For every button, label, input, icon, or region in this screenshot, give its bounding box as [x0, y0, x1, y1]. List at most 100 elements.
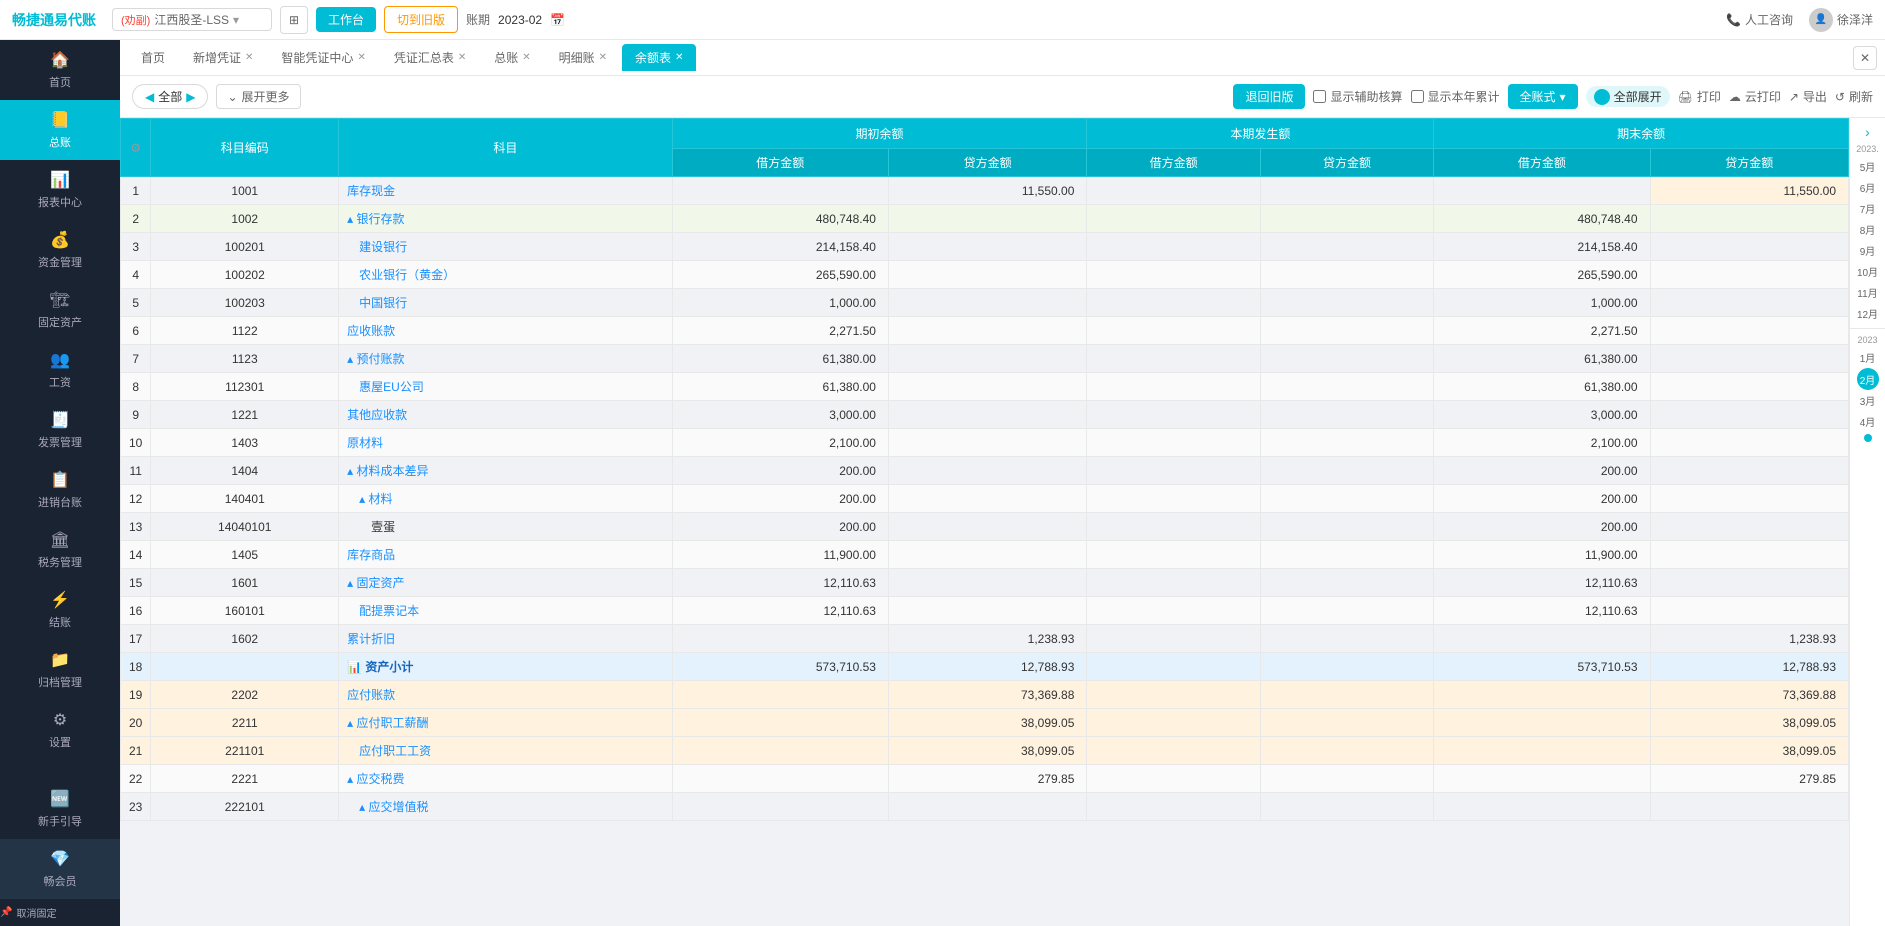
sidebar-item-home[interactable]: 🏠 首页	[0, 40, 120, 100]
table-row[interactable]: 21221101 应付职工工资38,099.0538,099.05	[121, 737, 1849, 765]
table-row[interactable]: 1314040101 壹蛋200.00200.00	[121, 513, 1849, 541]
cell-name[interactable]: ▴ 应交税费	[339, 765, 673, 793]
month-1[interactable]: 1月	[1854, 347, 1882, 368]
account-link[interactable]: 农业银行（黄金）	[359, 268, 455, 282]
tab-close-add-voucher[interactable]: ✕	[245, 52, 253, 63]
expand-more-button[interactable]: ⌄ 展开更多	[216, 84, 300, 109]
cell-name[interactable]: ▴ 材料成本差异	[339, 457, 673, 485]
checkbox-ytd-input[interactable]	[1411, 90, 1424, 103]
sidebar-item-invoice[interactable]: 🧾 发票管理	[0, 400, 120, 460]
account-link[interactable]: 累计折旧	[347, 632, 395, 646]
cell-name[interactable]: 中国银行	[339, 289, 673, 317]
cell-name[interactable]: 建设银行	[339, 233, 673, 261]
cell-name[interactable]: 应付职工工资	[339, 737, 673, 765]
tab-ledger[interactable]: 总账 ✕	[481, 44, 543, 71]
cell-name[interactable]: 其他应收款	[339, 401, 673, 429]
tab-smart-verify[interactable]: 智能凭证中心 ✕	[268, 44, 378, 71]
account-link[interactable]: 库存现金	[347, 184, 395, 198]
month-2-active[interactable]: 2月	[1857, 368, 1879, 390]
cell-name[interactable]: 应付账款	[339, 681, 673, 709]
table-row[interactable]: 171602累计折旧1,238.931,238.93	[121, 625, 1849, 653]
cell-name[interactable]: 原材料	[339, 429, 673, 457]
table-row[interactable]: 12140401 ▴ 材料200.00200.00	[121, 485, 1849, 513]
table-row[interactable]: 192202应付账款73,369.8873,369.88	[121, 681, 1849, 709]
table-row[interactable]: 18📊 资产小计573,710.5312,788.93573,710.5312,…	[121, 653, 1849, 681]
tab-balance[interactable]: 余额表 ✕	[622, 44, 696, 71]
month-10[interactable]: 10月	[1854, 261, 1882, 282]
month-3[interactable]: 3月	[1854, 390, 1882, 411]
month-6[interactable]: 6月	[1854, 177, 1882, 198]
month-9[interactable]: 9月	[1854, 240, 1882, 261]
refresh-button[interactable]: ↺ 刷新	[1835, 88, 1873, 105]
sidebar-item-ledger[interactable]: 📒 总账	[0, 100, 120, 160]
sidebar-item-funds[interactable]: 💰 资金管理	[0, 220, 120, 280]
tab-close-voucher-summary[interactable]: ✕	[458, 52, 466, 63]
table-row[interactable]: 101403原材料2,100.002,100.00	[121, 429, 1849, 457]
tab-close-detail[interactable]: ✕	[599, 52, 607, 63]
consult-button[interactable]: 📞 人工咨询	[1726, 11, 1793, 28]
table-row[interactable]: 21002▴ 银行存款480,748.40480,748.40	[121, 205, 1849, 233]
account-link[interactable]: 应交税费	[357, 772, 405, 786]
cell-name[interactable]: ▴ 材料	[339, 485, 673, 513]
cell-name[interactable]: 惠屋EU公司	[339, 373, 673, 401]
cell-name[interactable]: ▴ 预付账款	[339, 345, 673, 373]
cell-name[interactable]: 配提票记本	[339, 597, 673, 625]
table-row[interactable]: 23222101 ▴ 应交增值税	[121, 793, 1849, 821]
sidebar-item-settlement[interactable]: ⚡ 结账	[0, 580, 120, 640]
table-row[interactable]: 5100203 中国银行1,000.001,000.00	[121, 289, 1849, 317]
tab-close-balance[interactable]: ✕	[675, 52, 683, 63]
expand-row-icon[interactable]: ▴	[347, 464, 356, 478]
cell-name[interactable]: 库存商品	[339, 541, 673, 569]
month-11[interactable]: 11月	[1854, 282, 1882, 303]
checkbox-aux-input[interactable]	[1313, 90, 1326, 103]
expand-row-icon[interactable]: ▴	[359, 800, 368, 814]
expand-row-icon[interactable]: ▴	[347, 212, 356, 226]
settings-gear-icon[interactable]: ⚙	[130, 141, 141, 155]
cell-name[interactable]: 📊 资产小计	[339, 653, 673, 681]
table-row[interactable]: 202211▴ 应付职工薪酬38,099.0538,099.05	[121, 709, 1849, 737]
sidebar-item-tax[interactable]: 🏛 税务管理	[0, 520, 120, 580]
table-row[interactable]: 111404▴ 材料成本差异200.00200.00	[121, 457, 1849, 485]
table-row[interactable]: 151601▴ 固定资产12,110.6312,110.63	[121, 569, 1849, 597]
account-link[interactable]: 中国银行	[359, 296, 407, 310]
expand-all-toggle[interactable]: 全部展开	[1586, 86, 1670, 107]
table-row[interactable]: 222221▴ 应交税费279.85279.85	[121, 765, 1849, 793]
checkbox-aux-calc[interactable]: 显示辅助核算	[1313, 88, 1402, 105]
table-row[interactable]: 11001库存现金11,550.0011,550.00	[121, 177, 1849, 205]
table-row[interactable]: 4100202 农业银行（黄金）265,590.00265,590.00	[121, 261, 1849, 289]
table-row[interactable]: 8112301 惠屋EU公司61,380.0061,380.00	[121, 373, 1849, 401]
account-link[interactable]: 应付职工薪酬	[357, 716, 429, 730]
table-row[interactable]: 141405库存商品11,900.0011,900.00	[121, 541, 1849, 569]
month-4[interactable]: 4月	[1854, 411, 1882, 432]
cloud-print-button[interactable]: ☁ 云打印	[1729, 88, 1781, 105]
filter-all-button[interactable]: ◀ 全部 ▶	[132, 84, 208, 109]
expand-row-icon[interactable]: ▴	[359, 492, 368, 506]
account-link[interactable]: 材料成本差异	[357, 464, 429, 478]
sidebar-item-archive[interactable]: 📁 归档管理	[0, 640, 120, 700]
copy-icon[interactable]: ⊞	[280, 6, 308, 34]
account-link[interactable]: 配提票记本	[359, 604, 419, 618]
tab-close-ledger[interactable]: ✕	[522, 52, 530, 63]
cell-name[interactable]: 壹蛋	[339, 513, 673, 541]
month-12[interactable]: 12月	[1854, 303, 1882, 324]
calendar-icon[interactable]: 📅	[550, 13, 565, 27]
month-5[interactable]: 5月	[1854, 156, 1882, 177]
checkbox-ytd[interactable]: 显示本年累计	[1411, 88, 1500, 105]
tab-add-voucher[interactable]: 新增凭证 ✕	[180, 44, 266, 71]
cell-name[interactable]: 累计折旧	[339, 625, 673, 653]
company-selector[interactable]: (劝副) 江西股圣-LSS ▾	[112, 8, 272, 31]
print-button[interactable]: 🖨 打印	[1678, 88, 1721, 105]
cell-name[interactable]: ▴ 应付职工薪酬	[339, 709, 673, 737]
account-link[interactable]: 应收账款	[347, 324, 395, 338]
tab-voucher-summary[interactable]: 凭证汇总表 ✕	[381, 44, 479, 71]
expand-row-icon[interactable]: ▴	[347, 352, 356, 366]
sidebar-item-settings[interactable]: ⚙ 设置	[0, 700, 120, 760]
account-link[interactable]: 原材料	[347, 436, 383, 450]
account-link[interactable]: 其他应收款	[347, 408, 407, 422]
unpin-button[interactable]: 📌 取消固定	[0, 899, 120, 926]
cell-name[interactable]: ▴ 银行存款	[339, 205, 673, 233]
table-row[interactable]: 61122应收账款2,271.502,271.50	[121, 317, 1849, 345]
account-link[interactable]: 应付账款	[347, 688, 395, 702]
account-link[interactable]: 固定资产	[357, 576, 405, 590]
sidebar-item-member[interactable]: 💎 畅会员	[0, 839, 120, 899]
